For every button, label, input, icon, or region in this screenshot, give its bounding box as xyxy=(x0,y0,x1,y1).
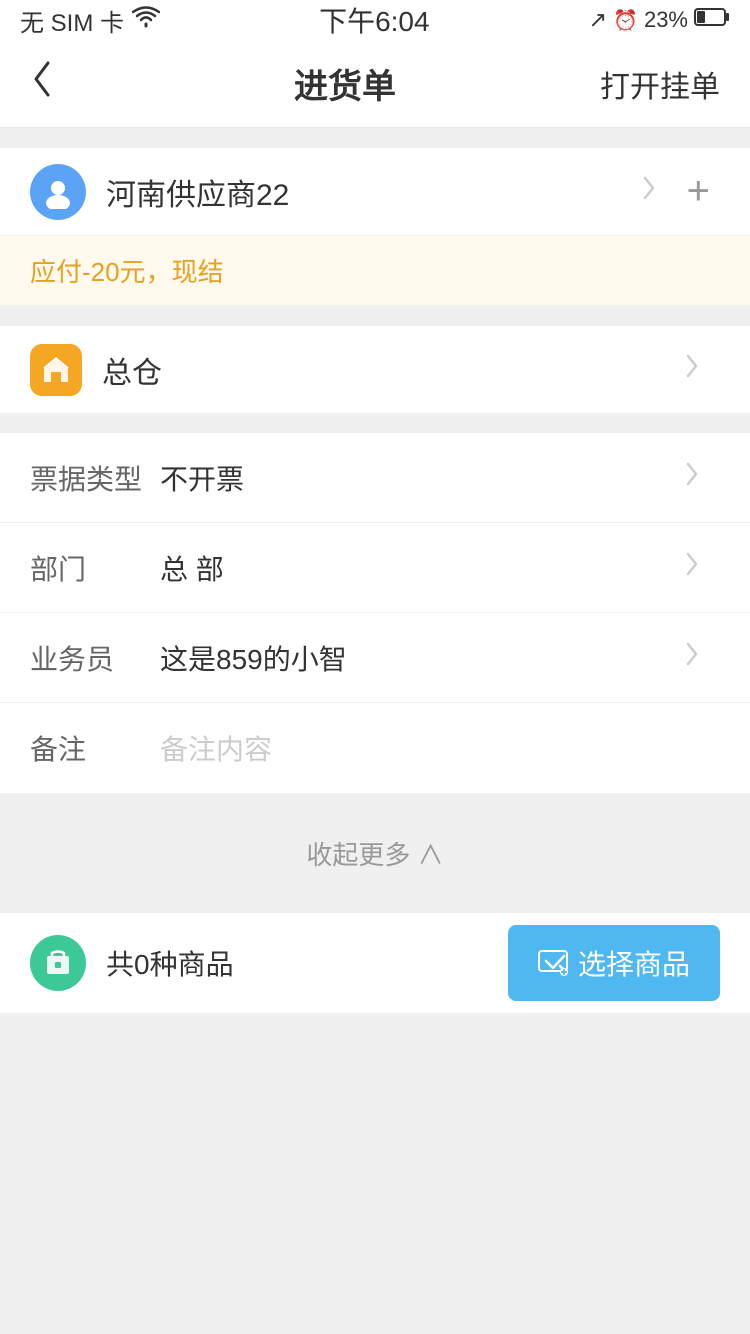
warehouse-row[interactable]: 总仓 xyxy=(0,325,750,413)
status-carrier: 无 SIM 卡 xyxy=(20,3,160,38)
wifi-icon xyxy=(132,6,160,35)
add-supplier-button[interactable]: + xyxy=(677,169,720,214)
supplier-row[interactable]: 河南供应商22 + xyxy=(0,148,750,236)
salesperson-arrow-icon xyxy=(684,640,700,675)
status-bar: 无 SIM 卡 下午6:04 ↗ ⏰ 23% xyxy=(0,0,750,40)
carrier-text: 无 SIM 卡 xyxy=(20,3,124,38)
department-row[interactable]: 部门 总 部 xyxy=(0,523,750,613)
supplier-name: 河南供应商22 xyxy=(106,170,641,214)
open-pending-button[interactable]: 打开挂单 xyxy=(600,62,720,106)
warehouse-name: 总仓 xyxy=(102,348,684,392)
section-gap-1 xyxy=(0,128,750,148)
product-icon xyxy=(30,935,86,991)
collapse-label: 收起更多 ∧ xyxy=(306,835,443,872)
form-section: 票据类型 不开票 部门 总 部 业务员 这是859的小智 xyxy=(0,433,750,793)
back-button[interactable] xyxy=(30,59,90,108)
status-right: ↗ ⏰ 23% xyxy=(589,6,730,34)
supplier-section: 河南供应商22 + 应付-20元，现结 xyxy=(0,148,750,305)
select-product-label: 选择商品 xyxy=(578,943,690,983)
invoice-type-value: 不开票 xyxy=(150,458,684,498)
page-title: 进货单 xyxy=(294,59,396,108)
alarm-icon: ⏰ xyxy=(613,8,638,33)
remarks-row[interactable]: 备注 备注内容 xyxy=(0,703,750,793)
warehouse-arrow-icon xyxy=(684,352,700,387)
collapse-button[interactable]: 收起更多 ∧ xyxy=(0,813,750,893)
department-value: 总 部 xyxy=(150,548,684,588)
warehouse-icon xyxy=(30,344,82,396)
nav-bar: 进货单 打开挂单 xyxy=(0,40,750,128)
supplier-notice: 应付-20元，现结 xyxy=(0,236,750,305)
supplier-arrow-icon xyxy=(641,174,657,209)
supplier-avatar xyxy=(30,164,86,220)
section-gap-2 xyxy=(0,305,750,325)
invoice-type-row[interactable]: 票据类型 不开票 xyxy=(0,433,750,523)
bottom-area xyxy=(0,1013,750,1313)
select-product-button[interactable]: 选择商品 xyxy=(508,925,720,1001)
remarks-value[interactable]: 备注内容 xyxy=(150,728,720,768)
warehouse-section: 总仓 xyxy=(0,325,750,413)
salesperson-value: 这是859的小智 xyxy=(150,638,684,678)
department-label: 部门 xyxy=(30,548,150,588)
product-bar: 共0种商品 选择商品 xyxy=(0,913,750,1013)
salesperson-label: 业务员 xyxy=(30,638,150,678)
salesperson-row[interactable]: 业务员 这是859的小智 xyxy=(0,613,750,703)
location-icon: ↗ xyxy=(589,7,607,33)
status-time: 下午6:04 xyxy=(319,0,430,40)
invoice-type-label: 票据类型 xyxy=(30,458,150,498)
product-count: 共0种商品 xyxy=(106,943,508,983)
invoice-type-arrow-icon xyxy=(684,460,700,495)
battery-percent: 23% xyxy=(644,7,688,33)
remarks-label: 备注 xyxy=(30,728,150,768)
department-arrow-icon xyxy=(684,550,700,585)
battery-icon xyxy=(694,6,730,34)
